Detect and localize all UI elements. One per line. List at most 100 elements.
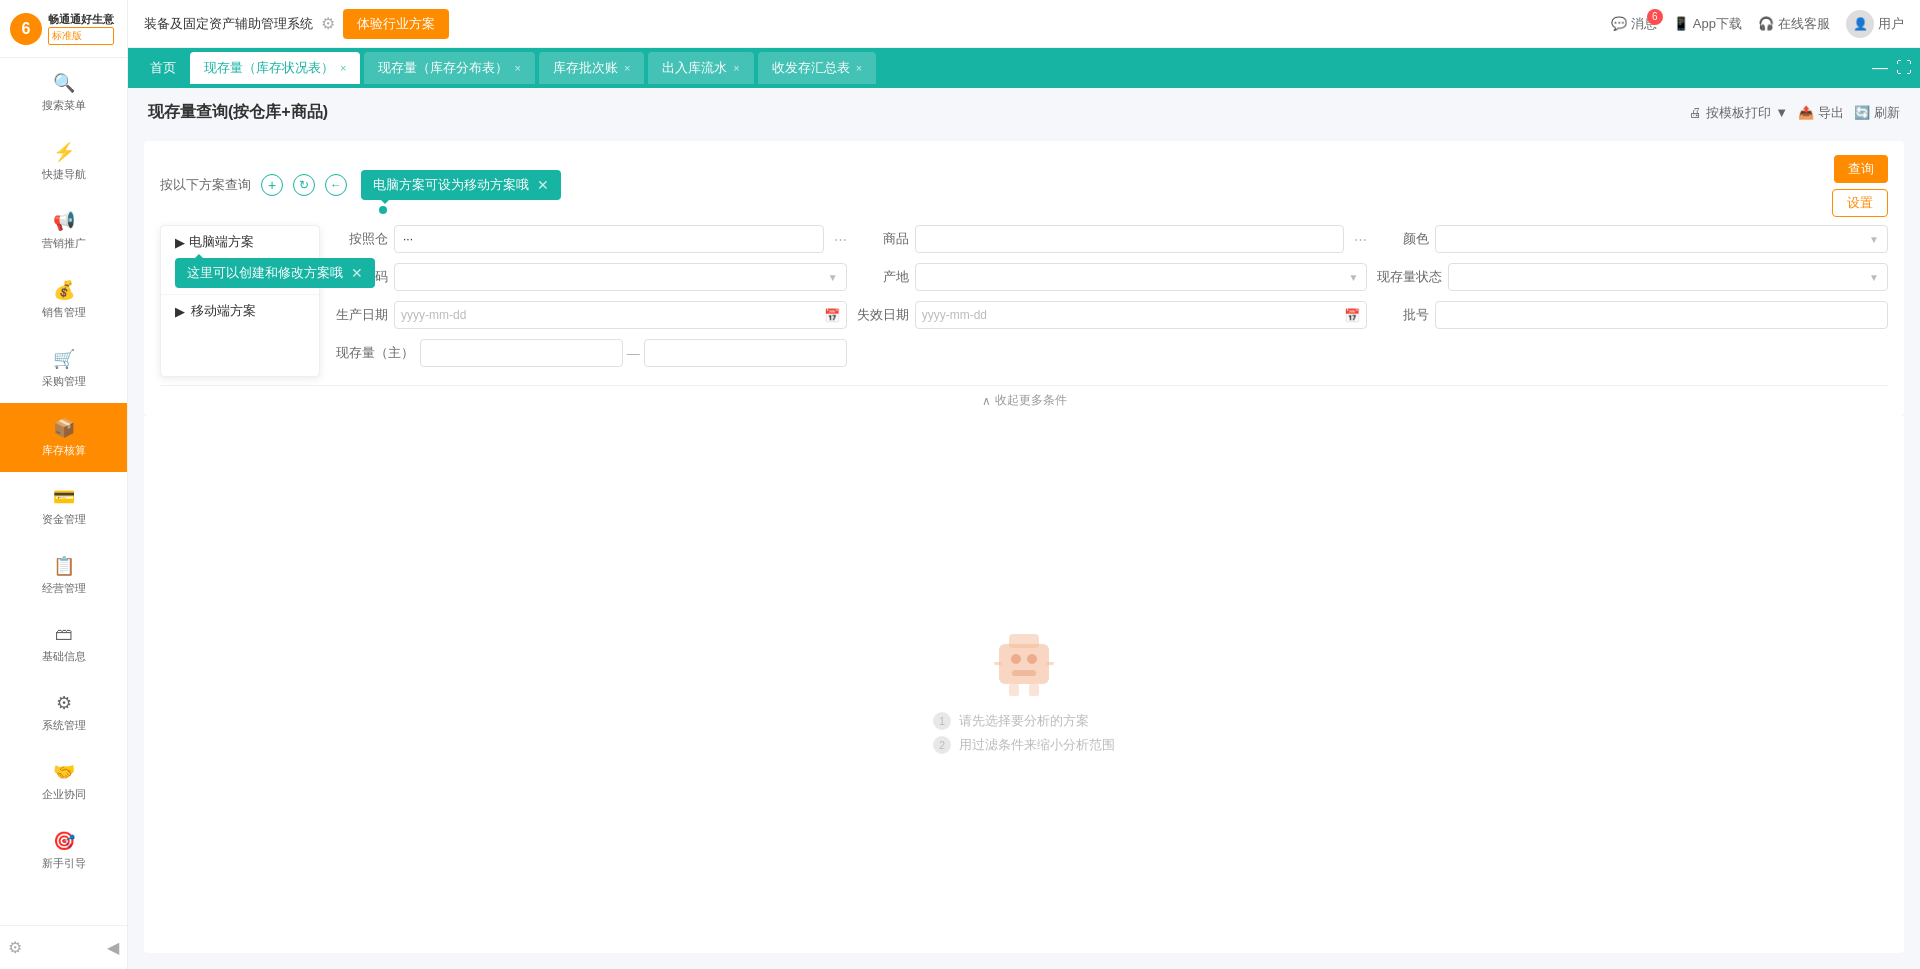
tab-home[interactable]: 首页 xyxy=(136,52,190,84)
tab-inventory-status[interactable]: 现存量（库存状况表） × xyxy=(190,52,360,84)
batch-label: 批号 xyxy=(1377,306,1429,324)
scheme-mobile-item[interactable]: ▶ 移动端方案 xyxy=(161,294,319,327)
sidebar-item-corp[interactable]: 🤝 企业协同 xyxy=(0,747,127,816)
origin-label: 产地 xyxy=(857,268,909,286)
arrow-scheme-button[interactable]: ← xyxy=(325,174,347,196)
sidebar-item-purchase[interactable]: 🛒 采购管理 xyxy=(0,334,127,403)
sidebar-item-sales[interactable]: 💰 销售管理 xyxy=(0,265,127,334)
sidebar-item-search[interactable]: 🔍 搜索菜单 xyxy=(0,58,127,127)
tab-close-icon[interactable]: × xyxy=(340,62,346,74)
stock-min-input[interactable] xyxy=(420,339,623,367)
tab-inventory-dist[interactable]: 现存量（库存分布表） × xyxy=(364,52,534,84)
message-badge: 6 xyxy=(1647,9,1663,25)
color-select[interactable]: ▼ xyxy=(1435,225,1888,253)
tab-home-label: 首页 xyxy=(150,59,176,77)
add-scheme-button[interactable]: + xyxy=(261,174,283,196)
tab-close-icon[interactable]: × xyxy=(514,62,520,74)
stock-status-select[interactable]: ▼ xyxy=(1448,263,1888,291)
minimize-icon[interactable]: — xyxy=(1872,59,1888,77)
reset-button[interactable]: 设置 xyxy=(1832,189,1888,217)
tooltip-pc-scheme: 电脑方案可设为移动方案哦 ✕ xyxy=(361,170,561,200)
sidebar-item-guide[interactable]: 🎯 新手引导 xyxy=(0,816,127,885)
stock-status-label: 现存量状态 xyxy=(1377,268,1442,286)
sidebar-item-label: 企业协同 xyxy=(42,787,86,802)
tooltip-close-button[interactable]: ✕ xyxy=(537,177,549,193)
purchase-icon: 🛒 xyxy=(53,348,75,370)
svg-rect-5 xyxy=(994,662,1002,665)
sidebar-item-label: 营销推广 xyxy=(42,236,86,251)
expire-date-placeholder: yyyy-mm-dd xyxy=(922,308,987,322)
settings-icon[interactable]: ⚙ xyxy=(321,14,335,33)
tooltip2-close-button[interactable]: ✕ xyxy=(351,265,363,281)
sidebar-item-basic[interactable]: 🗃 基础信息 xyxy=(0,610,127,678)
tabs-bar: 首页 现存量（库存状况表） × 现存量（库存分布表） × 库存批次账 × 出入库… xyxy=(128,48,1920,88)
online-service-button[interactable]: 🎧 在线客服 xyxy=(1758,15,1830,33)
sidebar-item-label: 快捷导航 xyxy=(42,167,86,182)
sidebar-item-finance[interactable]: 💳 资金管理 xyxy=(0,472,127,541)
search-buttons: 查询 设置 xyxy=(1832,153,1888,217)
scheme-pc-item[interactable]: ▶ 电脑端方案 xyxy=(161,226,319,258)
refresh-button[interactable]: 🔄 刷新 xyxy=(1854,104,1900,122)
chevron-down-icon: ▼ xyxy=(1775,105,1788,120)
basic-icon: 🗃 xyxy=(55,624,73,645)
tab-close-icon[interactable]: × xyxy=(624,62,630,74)
sidebar-item-label: 新手引导 xyxy=(42,856,86,871)
scheme-mobile-label: 移动端方案 xyxy=(191,302,256,320)
goods-select[interactable] xyxy=(915,225,1345,253)
produce-date-field: 生产日期 yyyy-mm-dd 📅 xyxy=(336,301,847,329)
svg-rect-1 xyxy=(1009,634,1039,648)
sidebar-item-system[interactable]: ⚙ 系统管理 xyxy=(0,678,127,747)
sidebar-item-label: 经营管理 xyxy=(42,581,86,596)
sidebar-item-label: 搜索菜单 xyxy=(42,98,86,113)
logo-icon: 6 xyxy=(10,13,42,45)
hint-text-2: 用过滤条件来缩小分析范围 xyxy=(959,736,1115,754)
sidebar-item-inventory[interactable]: 📦 库存核算 xyxy=(0,403,127,472)
expire-date-start[interactable]: yyyy-mm-dd 📅 xyxy=(915,301,1368,329)
tab-batch[interactable]: 库存批次账 × xyxy=(539,52,644,84)
user-button[interactable]: 👤 用户 xyxy=(1846,10,1904,38)
refresh-icon: 🔄 xyxy=(1854,105,1870,120)
maximize-icon[interactable]: ⛶ xyxy=(1896,59,1912,77)
tabs-actions: — ⛶ xyxy=(1872,59,1912,77)
finance-icon: 💳 xyxy=(53,486,75,508)
origin-select[interactable]: ▼ xyxy=(915,263,1368,291)
sidebar-item-marketing[interactable]: 📢 营销推广 xyxy=(0,196,127,265)
hint-row-2: 2 用过滤条件来缩小分析范围 xyxy=(933,736,1115,754)
phone-icon: 📱 xyxy=(1673,16,1689,31)
operation-icon: 📋 xyxy=(53,555,75,577)
sidebar-logo: 6 畅通通好生意 标准版 xyxy=(0,0,127,58)
export-button[interactable]: 📤 导出 xyxy=(1798,104,1844,122)
sidebar-item-quick[interactable]: ⚡ 快捷导航 xyxy=(0,127,127,196)
warehouse-select[interactable]: ··· xyxy=(394,225,824,253)
warehouse-dots: ··· xyxy=(403,232,413,246)
message-button[interactable]: 💬 消息 6 xyxy=(1611,15,1657,33)
tab-label: 收发存汇总表 xyxy=(772,59,850,77)
avatar: 👤 xyxy=(1846,10,1874,38)
settings-icon[interactable]: ⚙ xyxy=(8,938,22,957)
batch-input[interactable] xyxy=(1435,301,1888,329)
search-button[interactable]: 查询 xyxy=(1834,155,1888,183)
sidebar-item-operation[interactable]: 📋 经营管理 xyxy=(0,541,127,610)
size-select[interactable]: ▼ xyxy=(394,263,847,291)
produce-date-start[interactable]: yyyy-mm-dd 📅 xyxy=(394,301,847,329)
tab-label: 库存批次账 xyxy=(553,59,618,77)
main-area: 装备及固定资产辅助管理系统 ⚙ 体验行业方案 💬 消息 6 📱 App下载 🎧 … xyxy=(128,0,1920,969)
tab-close-icon[interactable]: × xyxy=(856,62,862,74)
stock-main-label: 现存量（主） xyxy=(336,344,414,362)
page-actions: 🖨 按模板打印 ▼ 📤 导出 🔄 刷新 xyxy=(1689,104,1900,122)
chevron-down-icon: ▼ xyxy=(1869,234,1879,245)
app-download-button[interactable]: 📱 App下载 xyxy=(1673,15,1742,33)
produce-date-wrap: yyyy-mm-dd 📅 xyxy=(394,301,847,329)
sync-scheme-button[interactable]: ↻ xyxy=(293,174,315,196)
scheme-pc-label: 电脑端方案 xyxy=(189,233,254,251)
collapse-icon[interactable]: ◀ xyxy=(107,938,119,957)
search-icon: 🔍 xyxy=(53,72,75,94)
tab-inout-flow[interactable]: 出入库流水 × xyxy=(648,52,753,84)
calendar-icon2: 📅 xyxy=(1344,308,1360,323)
tab-summary[interactable]: 收发存汇总表 × xyxy=(758,52,876,84)
stock-max-input[interactable] xyxy=(644,339,847,367)
solution-button[interactable]: 体验行业方案 xyxy=(343,9,449,39)
template-print-button[interactable]: 🖨 按模板打印 ▼ xyxy=(1689,104,1788,122)
tab-close-icon[interactable]: × xyxy=(733,62,739,74)
collapse-bar[interactable]: ∧ 收起更多条件 xyxy=(160,385,1888,415)
